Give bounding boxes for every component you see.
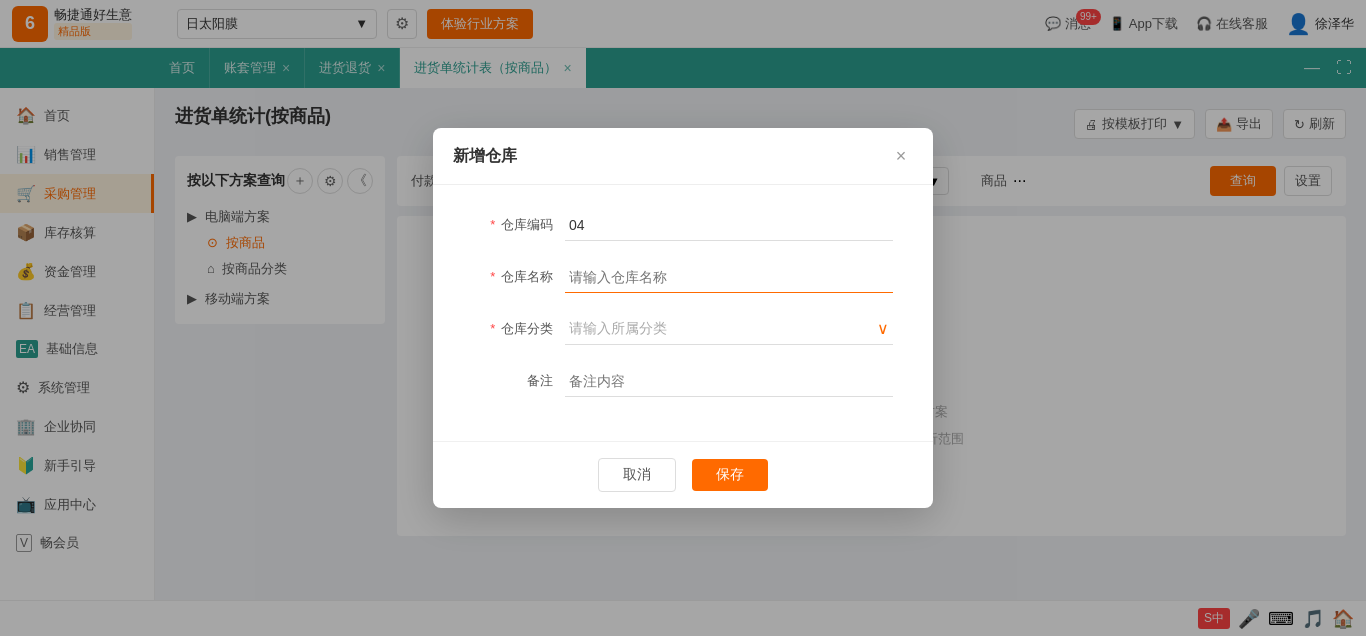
code-field-row: * 仓库编码 — [473, 209, 893, 241]
modal-header: 新增仓库 × — [433, 128, 933, 185]
modal-overlay: 新增仓库 × * 仓库编码 * 仓库名称 — [0, 0, 1366, 636]
note-label: 备注 — [473, 372, 553, 390]
save-button[interactable]: 保存 — [692, 459, 768, 491]
new-warehouse-modal: 新增仓库 × * 仓库编码 * 仓库名称 — [433, 128, 933, 508]
category-placeholder: 请输入所属分类 — [569, 320, 667, 338]
category-select[interactable]: 请输入所属分类 ∨ — [565, 313, 893, 345]
name-input[interactable] — [565, 261, 893, 293]
category-label: * 仓库分类 — [473, 320, 553, 338]
code-input[interactable] — [565, 209, 893, 241]
name-field-row: * 仓库名称 — [473, 261, 893, 293]
note-input[interactable] — [565, 365, 893, 397]
modal-footer: 取消 保存 — [433, 441, 933, 508]
note-field-row: 备注 — [473, 365, 893, 397]
modal-title: 新增仓库 — [453, 146, 517, 167]
name-label: * 仓库名称 — [473, 268, 553, 286]
modal-close-button[interactable]: × — [889, 144, 913, 168]
category-field-row: * 仓库分类 请输入所属分类 ∨ — [473, 313, 893, 345]
cancel-button[interactable]: 取消 — [598, 458, 676, 492]
modal-body: * 仓库编码 * 仓库名称 * 仓库分类 请输入 — [433, 185, 933, 441]
chevron-category-icon: ∨ — [877, 319, 889, 338]
code-label: * 仓库编码 — [473, 216, 553, 234]
